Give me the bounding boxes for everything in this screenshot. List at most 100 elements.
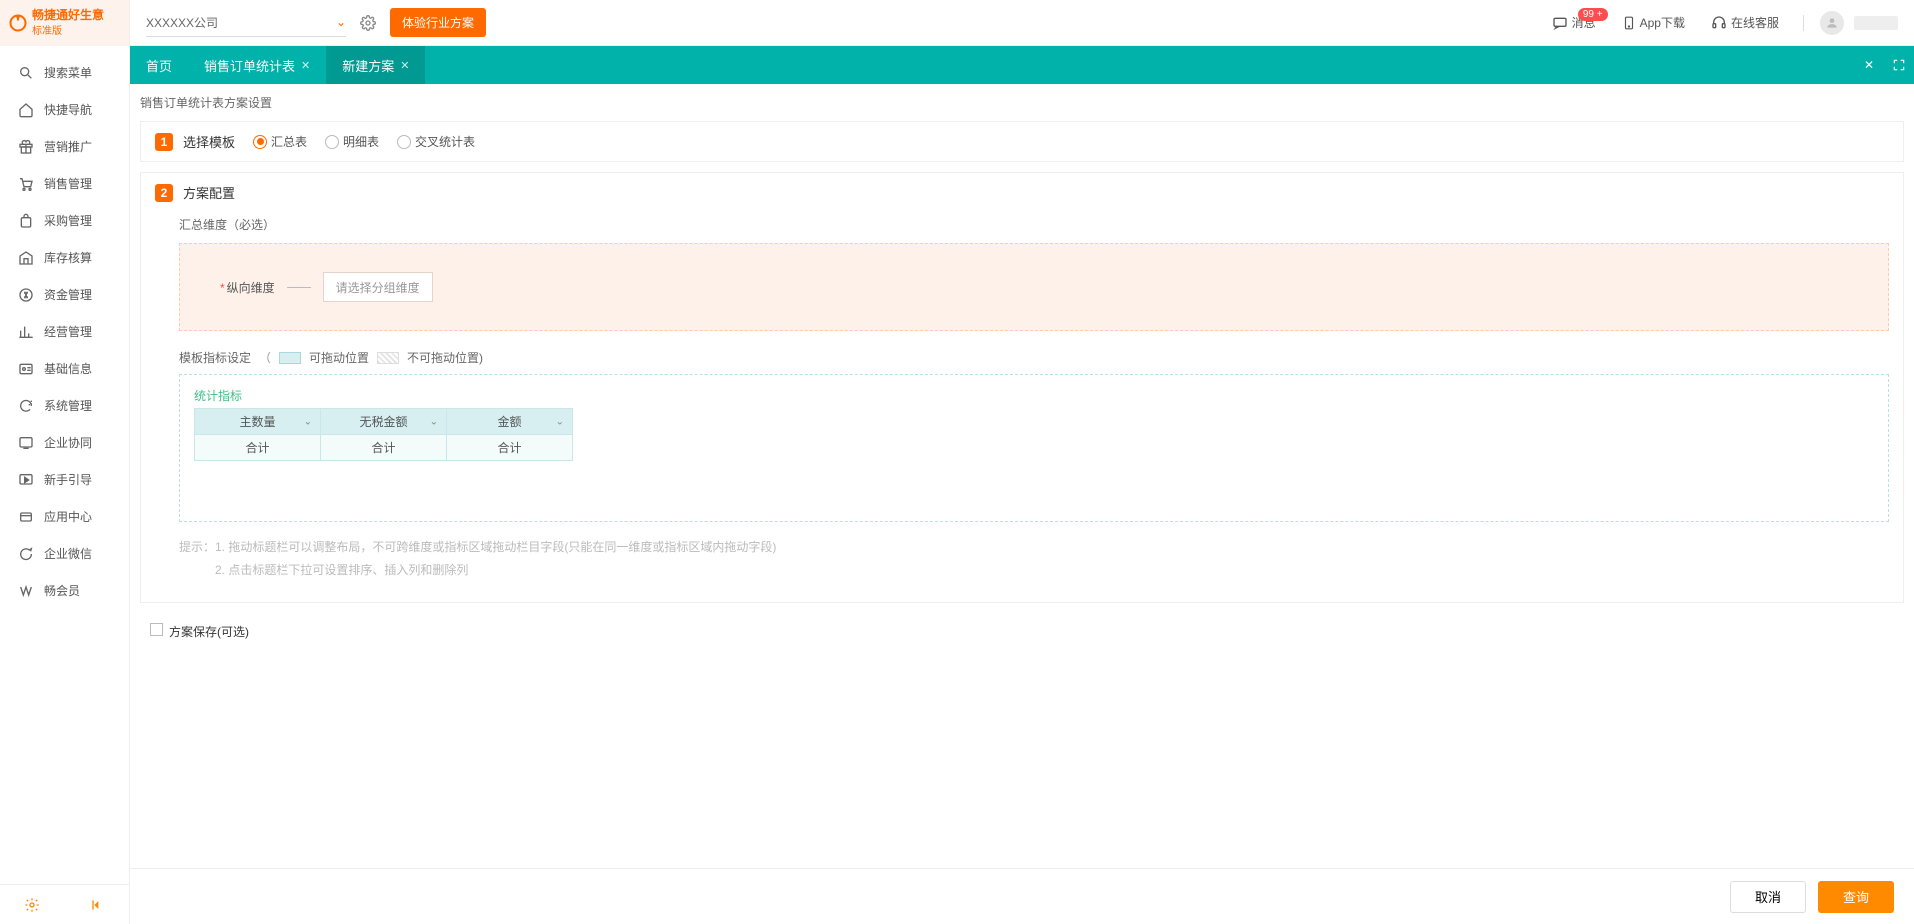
save-scheme-checkbox[interactable] <box>150 623 163 636</box>
tab-label: 首页 <box>146 56 172 75</box>
dash-icon <box>287 287 311 288</box>
template-radio-2[interactable]: 交叉统计表 <box>397 133 475 150</box>
query-button[interactable]: 查询 <box>1818 881 1894 913</box>
step2-card: 2 方案配置 汇总维度（必选） *纵向维度 请选择分组维度 模板指标设定 <box>140 172 1904 603</box>
sidebar-item-9[interactable]: 系统管理 <box>0 387 129 424</box>
sidebar-item-label: 营销推广 <box>44 138 92 155</box>
messages-badge: 99 + <box>1578 8 1608 21</box>
template-radio-0[interactable]: 汇总表 <box>253 133 307 150</box>
sidebar-item-label: 快捷导航 <box>44 101 92 118</box>
chat-icon <box>18 546 34 562</box>
stat-total-cell-0: 合计 <box>195 435 321 461</box>
sidebar-item-label: 企业微信 <box>44 545 92 562</box>
step1-label: 选择模板 <box>183 132 235 151</box>
stat-column-header-2[interactable]: 金额⌄ <box>447 409 573 435</box>
topbar: XXXXXX公司 ⌄ 体验行业方案 消息 99 + App下载 在线客服 <box>130 0 1914 46</box>
sidebar-item-0[interactable]: 搜索菜单 <box>0 54 129 91</box>
sidebar-item-label: 基础信息 <box>44 360 92 377</box>
sidebar-item-4[interactable]: 采购管理 <box>0 202 129 239</box>
nondraggable-label: 不可拖动位置) <box>407 349 483 366</box>
tab[interactable]: 销售订单统计表 ✕ <box>188 46 326 84</box>
stat-total-cell-2: 合计 <box>447 435 573 461</box>
experience-button[interactable]: 体验行业方案 <box>390 8 486 37</box>
brand-name: 畅捷通好生意 <box>32 9 104 22</box>
stat-table: 主数量⌄无税金额⌄金额⌄合计合计合计 <box>194 408 573 461</box>
dimension-selector[interactable]: 请选择分组维度 <box>323 272 433 302</box>
play-icon <box>18 472 34 488</box>
company-selector[interactable]: XXXXXX公司 ⌄ <box>146 9 346 37</box>
sidebar-item-label: 应用中心 <box>44 508 92 525</box>
collapse-icon[interactable] <box>89 897 105 913</box>
sidebar-item-3[interactable]: 销售管理 <box>0 165 129 202</box>
close-icon[interactable]: ✕ <box>400 59 409 72</box>
tab-label: 销售订单统计表 <box>204 56 295 75</box>
apps-icon <box>18 509 34 525</box>
gear-icon[interactable] <box>356 15 380 31</box>
stat-column-header-0[interactable]: 主数量 ⌄ <box>195 409 321 435</box>
app-download-label: App下载 <box>1640 14 1685 31</box>
avatar[interactable] <box>1820 11 1844 35</box>
phone-icon <box>1622 15 1636 31</box>
sidebar-nav: 搜索菜单快捷导航营销推广销售管理采购管理库存核算资金管理经营管理基础信息系统管理… <box>0 46 129 884</box>
online-service-button[interactable]: 在线客服 <box>1703 14 1787 31</box>
sidebar-item-label: 销售管理 <box>44 175 92 192</box>
search-icon <box>18 65 34 81</box>
stat-total-cell-1: 合计 <box>321 435 447 461</box>
sidebar-item-label: 搜索菜单 <box>44 64 92 81</box>
message-icon <box>1552 15 1568 31</box>
sidebar-item-label: 库存核算 <box>44 249 92 266</box>
online-service-label: 在线客服 <box>1731 14 1779 31</box>
sidebar-item-label: 新手引导 <box>44 471 92 488</box>
user-name[interactable] <box>1854 16 1898 30</box>
sidebar-item-label: 经营管理 <box>44 323 92 340</box>
step1-card: 1 选择模板 汇总表 明细表 交叉统计表 <box>140 121 1904 162</box>
column-label: 主数量 <box>239 415 275 429</box>
app-download-button[interactable]: App下载 <box>1614 14 1693 31</box>
sidebar-item-11[interactable]: 新手引导 <box>0 461 129 498</box>
collab-icon <box>18 435 34 451</box>
cart-icon <box>18 176 34 192</box>
sidebar-item-label: 采购管理 <box>44 212 92 229</box>
sidebar-item-6[interactable]: 资金管理 <box>0 276 129 313</box>
page-title: 销售订单统计表方案设置 <box>130 84 1914 121</box>
tab[interactable]: 新建方案✕ <box>326 46 425 84</box>
chevron-down-icon: ⌄ <box>336 15 346 29</box>
logo-icon <box>8 13 28 33</box>
coin-icon <box>18 287 34 303</box>
tabs-bar: 首页销售订单统计表✕新建方案✕ ✕ <box>130 46 1914 84</box>
sidebar-item-12[interactable]: 应用中心 <box>0 498 129 535</box>
home-icon <box>18 102 34 118</box>
sidebar-item-5[interactable]: 库存核算 <box>0 239 129 276</box>
step2-label: 方案配置 <box>183 183 235 202</box>
sidebar-item-10[interactable]: 企业协同 <box>0 424 129 461</box>
step1-number: 1 <box>155 133 173 151</box>
radio-dot-icon <box>325 135 339 149</box>
sidebar-item-1[interactable]: 快捷导航 <box>0 91 129 128</box>
sidebar-item-7[interactable]: 经营管理 <box>0 313 129 350</box>
company-name: XXXXXX公司 <box>146 14 218 31</box>
chart-icon <box>18 324 34 340</box>
stat-column-header-1[interactable]: 无税金额⌄ <box>321 409 447 435</box>
template-radio-1[interactable]: 明细表 <box>325 133 379 150</box>
cancel-button[interactable]: 取消 <box>1730 881 1806 913</box>
tab[interactable]: 首页 <box>130 46 188 84</box>
indicator-area: 统计指标 主数量⌄无税金额⌄金额⌄合计合计合计 <box>179 374 1889 522</box>
sidebar-item-2[interactable]: 营销推广 <box>0 128 129 165</box>
draggable-swatch <box>279 352 301 364</box>
sidebar-item-label: 资金管理 <box>44 286 92 303</box>
chevron-down-icon[interactable]: ⌄ <box>556 416 564 427</box>
sidebar-item-8[interactable]: 基础信息 <box>0 350 129 387</box>
messages-button[interactable]: 消息 99 + <box>1544 14 1604 31</box>
chevron-down-icon[interactable]: ⌄ <box>304 416 312 427</box>
chevron-down-icon[interactable]: ⌄ <box>430 416 438 427</box>
gift-icon <box>18 139 34 155</box>
close-all-tabs-icon[interactable]: ✕ <box>1854 46 1884 84</box>
sidebar-item-label: 畅会员 <box>44 582 80 599</box>
sidebar-item-14[interactable]: 畅会员 <box>0 572 129 609</box>
close-icon[interactable]: ✕ <box>301 59 310 72</box>
fullscreen-icon[interactable] <box>1884 46 1914 84</box>
hint-line-0: 提示：1. 拖动标题栏可以调整布局，不可跨维度或指标区域拖动栏目字段(只能在同一… <box>179 536 1889 559</box>
settings-icon[interactable] <box>24 897 40 913</box>
sidebar-item-label: 企业协同 <box>44 434 92 451</box>
sidebar-item-13[interactable]: 企业微信 <box>0 535 129 572</box>
